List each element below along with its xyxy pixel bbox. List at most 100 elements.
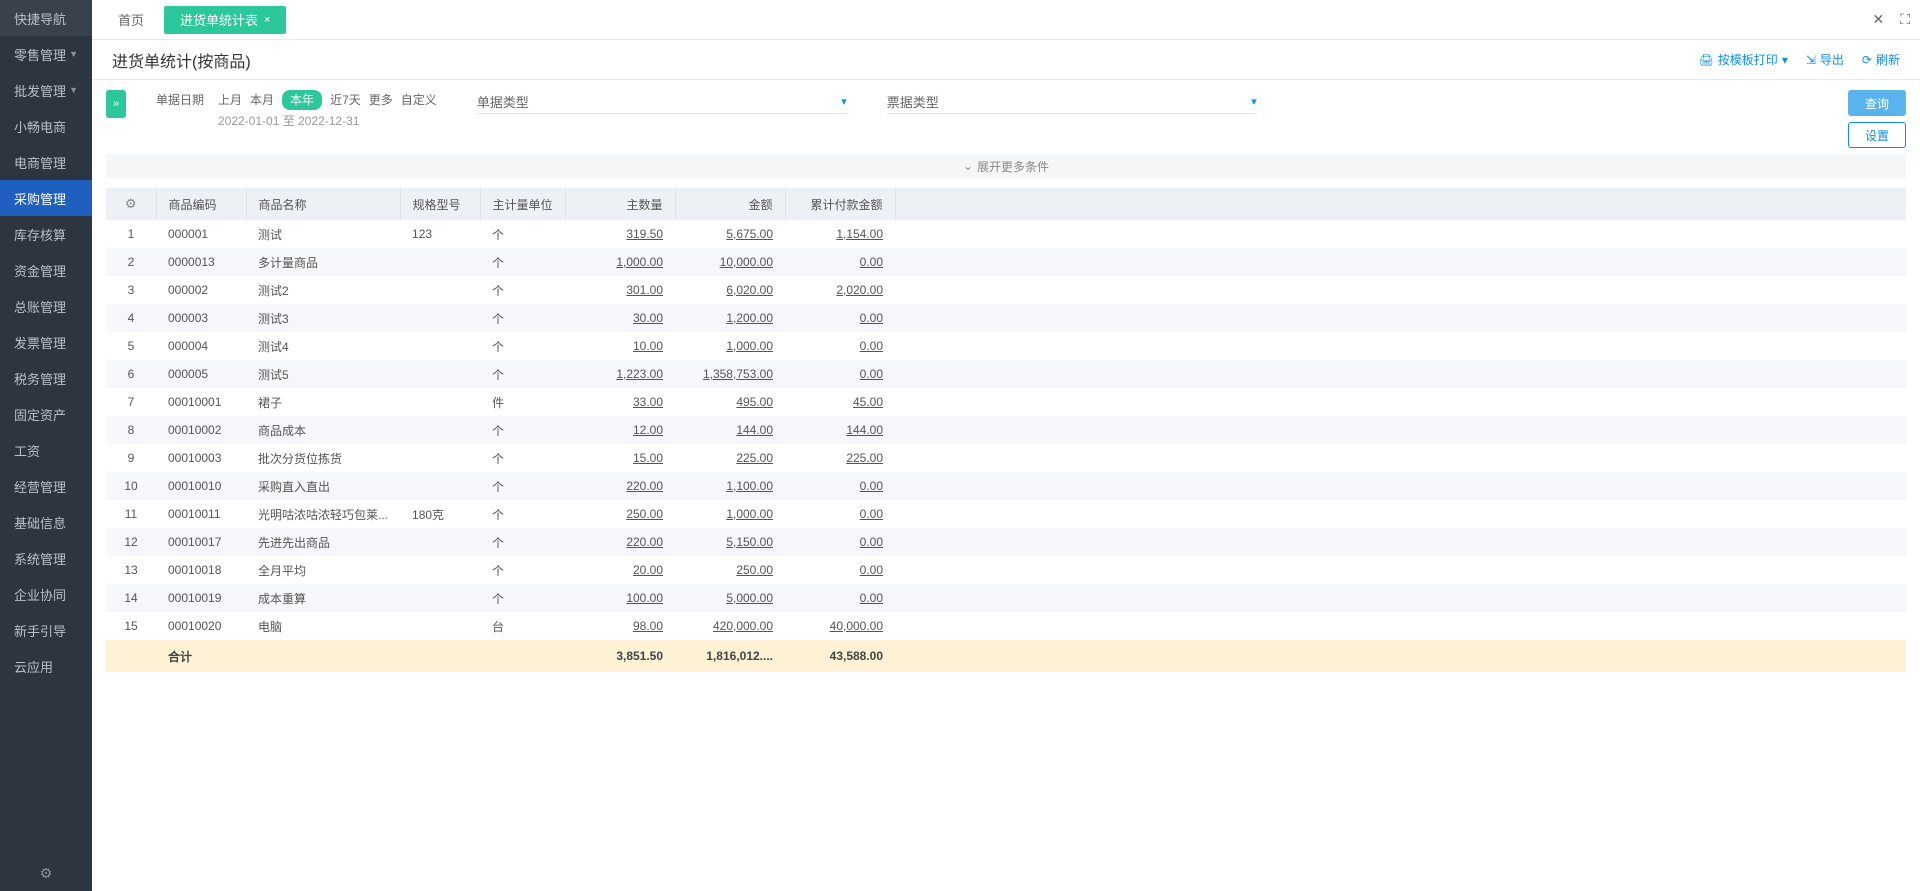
sidebar-item-3[interactable]: 小畅电商 bbox=[0, 108, 92, 144]
cell-amt[interactable]: 420,000.00 bbox=[675, 612, 785, 640]
sidebar-item-0[interactable]: 快捷导航 bbox=[0, 0, 92, 36]
print-button[interactable]: 🖨 按模板打印 ▾ bbox=[1699, 51, 1788, 68]
tab-home[interactable]: 首页 bbox=[102, 6, 160, 34]
date-option[interactable]: 更多 bbox=[369, 90, 393, 110]
sidebar-item-13[interactable]: 经营管理 bbox=[0, 468, 92, 504]
close-all-icon[interactable]: ✕ bbox=[1872, 11, 1884, 28]
cell-qty[interactable]: 220.00 bbox=[565, 528, 675, 556]
sidebar-item-11[interactable]: 固定资产 bbox=[0, 396, 92, 432]
cell-amt[interactable]: 1,000.00 bbox=[675, 500, 785, 528]
table-row: 1300010018全月平均个20.00250.000.00 bbox=[106, 556, 1906, 584]
cell-qty[interactable]: 12.00 bbox=[565, 416, 675, 444]
sidebar-item-16[interactable]: 企业协同 bbox=[0, 576, 92, 612]
sidebar-item-9[interactable]: 发票管理 bbox=[0, 324, 92, 360]
cell-paid[interactable]: 0.00 bbox=[785, 332, 895, 360]
col-gear[interactable]: ⚙ bbox=[106, 188, 156, 220]
cell-amt[interactable]: 1,200.00 bbox=[675, 304, 785, 332]
cell-paid[interactable]: 0.00 bbox=[785, 500, 895, 528]
cell-paid[interactable]: 0.00 bbox=[785, 248, 895, 276]
cell-paid[interactable]: 2,020.00 bbox=[785, 276, 895, 304]
cell-paid[interactable]: 0.00 bbox=[785, 304, 895, 332]
cell-qty[interactable]: 319.50 bbox=[565, 220, 675, 248]
sidebar-item-7[interactable]: 资金管理 bbox=[0, 252, 92, 288]
date-option[interactable]: 本月 bbox=[250, 90, 274, 110]
table-row: 4000003测试3个30.001,200.000.00 bbox=[106, 304, 1906, 332]
cell-qty[interactable]: 100.00 bbox=[565, 584, 675, 612]
cell-code: 000001 bbox=[156, 220, 246, 248]
bill-type-select[interactable]: 单据类型 ▾ bbox=[477, 90, 847, 114]
cell-amt[interactable]: 6,020.00 bbox=[675, 276, 785, 304]
cell-paid[interactable]: 1,154.00 bbox=[785, 220, 895, 248]
cell-paid[interactable]: 0.00 bbox=[785, 556, 895, 584]
cell-amt[interactable]: 5,000.00 bbox=[675, 584, 785, 612]
col-header[interactable]: 主计量单位 bbox=[480, 188, 565, 220]
sidebar-item-2[interactable]: 批发管理▼ bbox=[0, 72, 92, 108]
date-option[interactable]: 自定义 bbox=[401, 90, 437, 110]
cell-amt[interactable]: 144.00 bbox=[675, 416, 785, 444]
sidebar-item-12[interactable]: 工资 bbox=[0, 432, 92, 468]
sidebar-item-1[interactable]: 零售管理▼ bbox=[0, 36, 92, 72]
cell-amt[interactable]: 10,000.00 bbox=[675, 248, 785, 276]
cell-paid[interactable]: 45.00 bbox=[785, 388, 895, 416]
sidebar-settings-icon[interactable]: ⚙ bbox=[0, 855, 92, 891]
date-option[interactable]: 本年 bbox=[282, 90, 322, 110]
cell-amt[interactable]: 250.00 bbox=[675, 556, 785, 584]
sidebar-item-14[interactable]: 基础信息 bbox=[0, 504, 92, 540]
sidebar-item-8[interactable]: 总账管理 bbox=[0, 288, 92, 324]
cell-name: 多计量商品 bbox=[246, 248, 400, 276]
cell-amt[interactable]: 1,100.00 bbox=[675, 472, 785, 500]
cell-qty[interactable]: 15.00 bbox=[565, 444, 675, 472]
date-option[interactable]: 近7天 bbox=[330, 90, 361, 110]
total-idx bbox=[106, 640, 156, 672]
sidebar-item-15[interactable]: 系统管理 bbox=[0, 540, 92, 576]
cell-amt[interactable]: 225.00 bbox=[675, 444, 785, 472]
cell-paid[interactable]: 144.00 bbox=[785, 416, 895, 444]
expand-filters-button[interactable]: » bbox=[106, 90, 126, 118]
tab-report[interactable]: 进货单统计表 × bbox=[164, 6, 286, 34]
col-header[interactable]: 累计付款金额 bbox=[785, 188, 895, 220]
cell-qty[interactable]: 1,223.00 bbox=[565, 360, 675, 388]
ticket-type-select[interactable]: 票据类型 ▾ bbox=[887, 90, 1257, 114]
date-option[interactable]: 上月 bbox=[218, 90, 242, 110]
close-icon[interactable]: × bbox=[264, 14, 270, 26]
sidebar-item-17[interactable]: 新手引导 bbox=[0, 612, 92, 648]
cell-qty[interactable]: 30.00 bbox=[565, 304, 675, 332]
col-header[interactable]: 商品名称 bbox=[246, 188, 400, 220]
cell-amt[interactable]: 1,000.00 bbox=[675, 332, 785, 360]
col-header[interactable]: 规格型号 bbox=[400, 188, 480, 220]
cell-paid[interactable]: 0.00 bbox=[785, 584, 895, 612]
cell-amt[interactable]: 495.00 bbox=[675, 388, 785, 416]
cell-amt[interactable]: 1,358,753.00 bbox=[675, 360, 785, 388]
table-scroll[interactable]: ⚙商品编码商品名称规格型号主计量单位主数量金额累计付款金额 1000001测试1… bbox=[106, 188, 1906, 881]
col-header[interactable]: 商品编码 bbox=[156, 188, 246, 220]
export-button[interactable]: ⇲ 导出 bbox=[1806, 51, 1844, 68]
cell-qty[interactable]: 250.00 bbox=[565, 500, 675, 528]
cell-paid[interactable]: 225.00 bbox=[785, 444, 895, 472]
cell-fill bbox=[895, 416, 1906, 444]
fullscreen-icon[interactable]: ⛶ bbox=[1900, 11, 1910, 28]
cell-qty[interactable]: 1,000.00 bbox=[565, 248, 675, 276]
cell-paid[interactable]: 0.00 bbox=[785, 472, 895, 500]
cell-qty[interactable]: 98.00 bbox=[565, 612, 675, 640]
settings-button[interactable]: 设置 bbox=[1848, 122, 1906, 148]
cell-qty[interactable]: 301.00 bbox=[565, 276, 675, 304]
sidebar-item-4[interactable]: 电商管理 bbox=[0, 144, 92, 180]
refresh-button[interactable]: ⟳ 刷新 bbox=[1862, 51, 1900, 68]
cell-qty[interactable]: 33.00 bbox=[565, 388, 675, 416]
cell-qty[interactable]: 220.00 bbox=[565, 472, 675, 500]
sidebar-item-18[interactable]: 云应用 bbox=[0, 648, 92, 684]
query-button[interactable]: 查询 bbox=[1848, 90, 1906, 116]
col-header[interactable]: 金额 bbox=[675, 188, 785, 220]
sidebar-item-6[interactable]: 库存核算 bbox=[0, 216, 92, 252]
cell-amt[interactable]: 5,675.00 bbox=[675, 220, 785, 248]
cell-paid[interactable]: 0.00 bbox=[785, 360, 895, 388]
cell-paid[interactable]: 40,000.00 bbox=[785, 612, 895, 640]
cell-qty[interactable]: 10.00 bbox=[565, 332, 675, 360]
expand-more-button[interactable]: ⌄ 展开更多条件 bbox=[106, 154, 1906, 178]
sidebar-item-5[interactable]: 采购管理 bbox=[0, 180, 92, 216]
sidebar-item-10[interactable]: 税务管理 bbox=[0, 360, 92, 396]
col-header[interactable]: 主数量 bbox=[565, 188, 675, 220]
cell-paid[interactable]: 0.00 bbox=[785, 528, 895, 556]
cell-amt[interactable]: 5,150.00 bbox=[675, 528, 785, 556]
cell-qty[interactable]: 20.00 bbox=[565, 556, 675, 584]
